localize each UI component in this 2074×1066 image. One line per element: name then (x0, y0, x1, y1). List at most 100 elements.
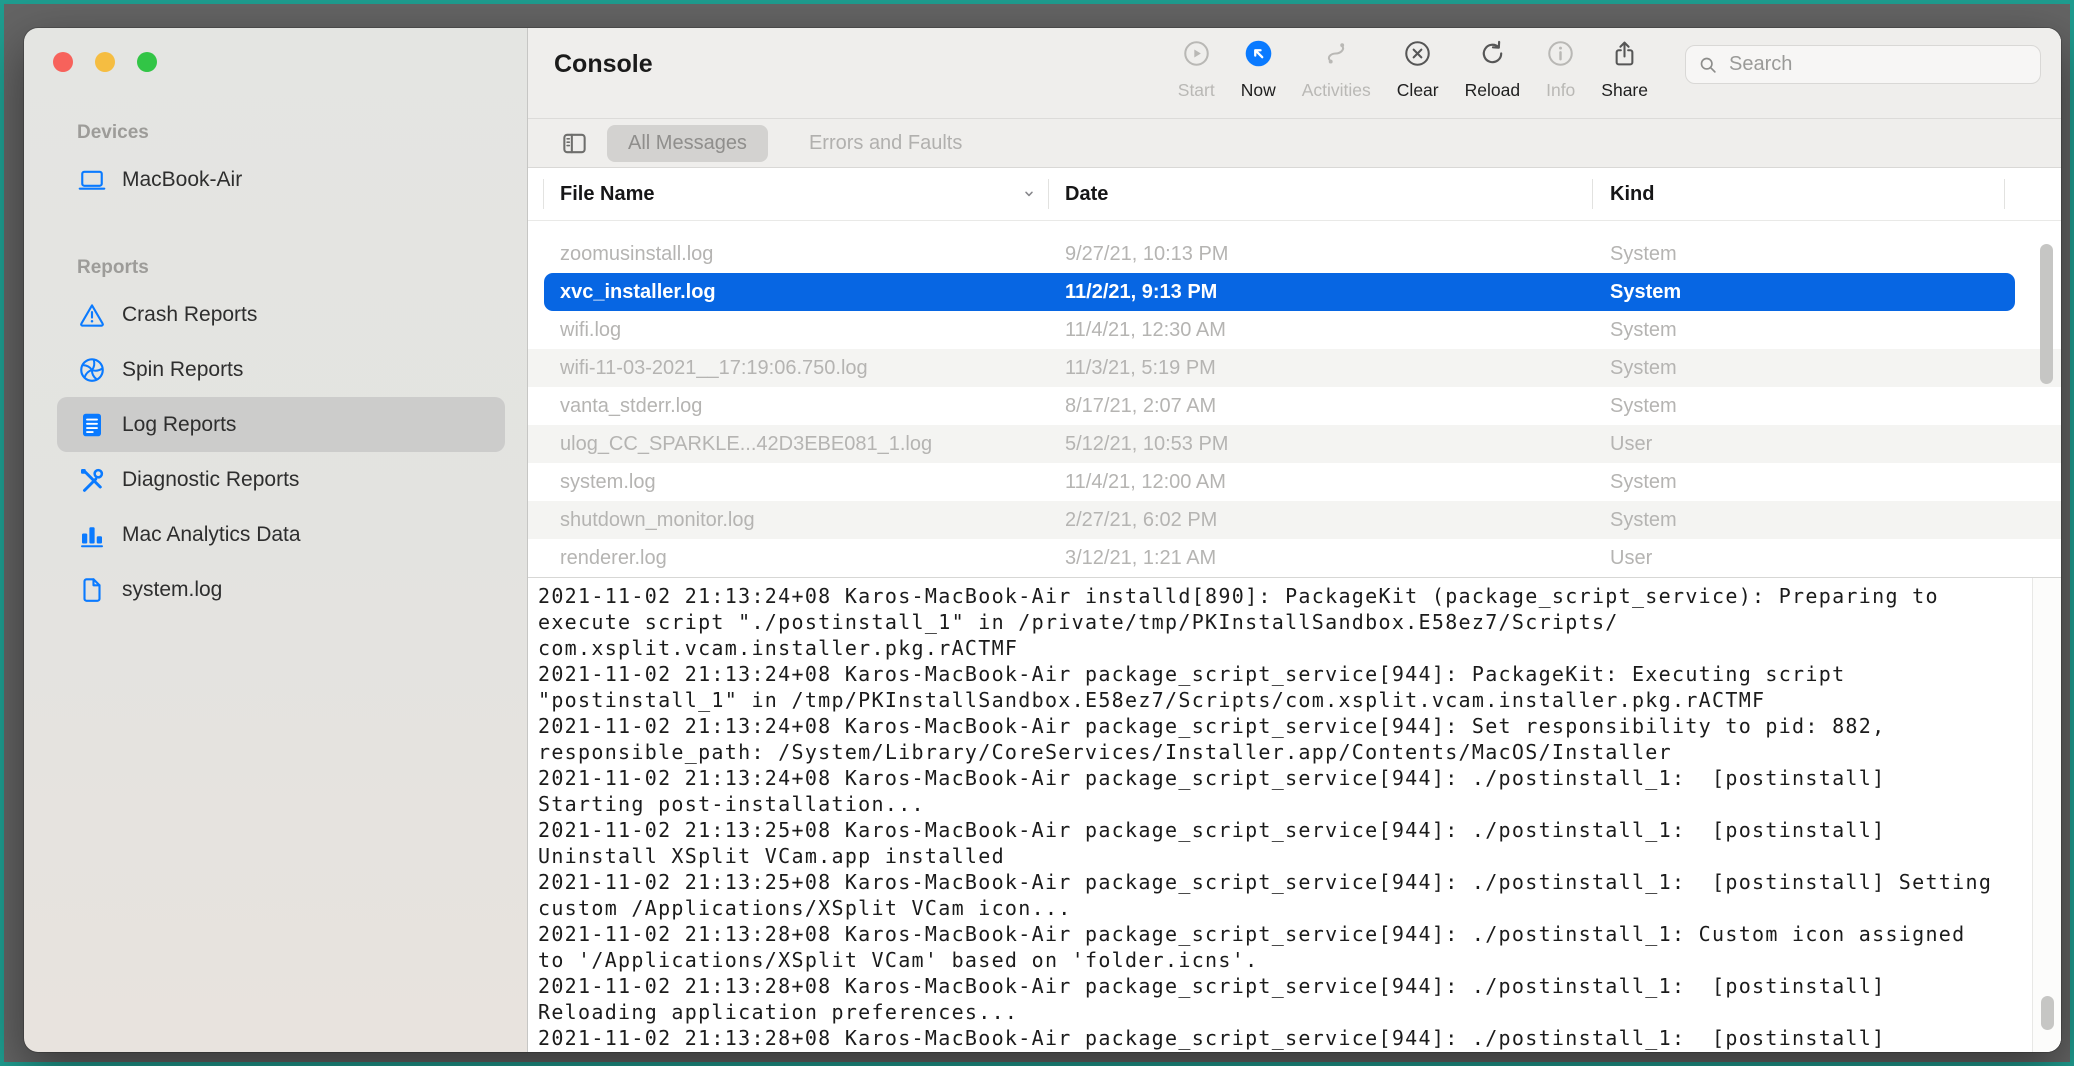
table-row[interactable]: ulog_CC_SPARKLE...42D3EBE081_1.log 5/12/2… (528, 425, 2061, 463)
play-circle-icon (1182, 39, 1211, 68)
log-line: com.xsplit.vcam.installer.pkg.rACTMF (538, 636, 1019, 660)
cell-date: 11/4/21, 12:30 AM (1065, 318, 1226, 341)
column-header-label: Date (1065, 182, 1109, 205)
log-scrollbar-thumb[interactable] (2041, 996, 2054, 1030)
log-scrollbar-track (2032, 578, 2061, 1052)
table-row[interactable]: xvc_installer.log 11/2/21, 9:13 PM System (544, 273, 2015, 311)
sidebar-toggle-icon (560, 129, 589, 158)
search-field[interactable] (1685, 45, 2041, 84)
sidebar-item-label: Log Reports (122, 412, 237, 436)
sidebar-item-system-log[interactable]: system.log (57, 562, 505, 617)
log-line: 2021-11-02 21:13:24+08 Karos-MacBook-Air… (538, 584, 1939, 608)
document-icon (77, 575, 107, 605)
toolbar-button-now[interactable]: Now (1241, 39, 1276, 99)
table-row[interactable]: renderer.log 3/12/21, 1:21 AM User (528, 539, 2061, 577)
close-window-button[interactable] (53, 52, 73, 72)
warning-triangle-icon (77, 300, 107, 330)
row-list: zoomusinstall.log 9/27/21, 10:13 PM System… (528, 221, 2061, 577)
sidebar-item-macbook-air[interactable]: MacBook-Air (57, 152, 505, 207)
toolbar-button-label: Share (1601, 80, 1648, 100)
sidebar-item-spin-reports[interactable]: Spin Reports (57, 342, 505, 397)
column-header-label: Kind (1610, 182, 1655, 205)
zoom-window-button[interactable] (137, 52, 157, 72)
cell-file: system.log (560, 470, 656, 493)
sidebar-item-mac-analytics-data[interactable]: Mac Analytics Data (57, 507, 505, 562)
sidebar-item-label: MacBook-Air (122, 167, 243, 191)
spin-wheel-icon (77, 355, 107, 385)
table-header: File Name Date Kind (528, 168, 2061, 221)
log-line: 2021-11-02 21:13:24+08 Karos-MacBook-Air… (538, 662, 1846, 686)
log-line: 2021-11-02 21:13:24+08 Karos-MacBook-Air… (538, 766, 1886, 790)
toolbar-button-share[interactable]: Share (1601, 39, 1648, 99)
toolbar-button-info[interactable]: Info (1546, 39, 1575, 99)
cell-date: 11/4/21, 12:00 AM (1065, 470, 1226, 493)
log-line: Uninstall XSplit VCam.app installed (538, 844, 1005, 868)
cell-date: 3/12/21, 1:21 AM (1065, 546, 1217, 569)
column-header-label: File Name (560, 182, 655, 205)
table-row[interactable]: shutdown_monitor.log 2/27/21, 6:02 PM Syst… (528, 501, 2061, 539)
column-header-kind[interactable]: Kind (1593, 168, 2005, 220)
log-line: 2021-11-02 21:13:28+08 Karos-MacBook-Air… (538, 974, 1886, 998)
table-scrollbar-thumb[interactable] (2040, 244, 2053, 384)
tab-list: All Messages Errors and Faults (607, 124, 1003, 162)
info-icon (1546, 39, 1575, 68)
toolbar-button-activities[interactable]: Activities (1302, 39, 1371, 99)
window-controls (24, 28, 527, 72)
search-icon (1697, 54, 1719, 76)
cell-file: ulog_CC_SPARKLE...42D3EBE081_1.log (560, 432, 933, 455)
sidebar-item-label: Mac Analytics Data (122, 522, 301, 546)
cell-file: wifi.log (560, 318, 622, 341)
cell-file: xvc_installer.log (560, 280, 716, 303)
toolbar-button-label: Activities (1301, 80, 1371, 100)
clear-circle-x-icon (1403, 39, 1432, 68)
tab-all-messages[interactable]: All Messages (607, 124, 768, 162)
toolbar-button-start[interactable]: Start (1178, 39, 1215, 99)
toolbar-button-label: Info (1546, 80, 1576, 100)
toggle-sidebar-button[interactable] (560, 129, 589, 158)
cell-date: 11/3/21, 5:19 PM (1065, 356, 1216, 379)
message-filter-bar: All Messages Errors and Faults (528, 119, 2061, 168)
column-header-date[interactable]: Date (1049, 168, 1593, 220)
toolbar-button-reload[interactable]: Reload (1465, 39, 1520, 99)
cell-file: zoomusinstall.log (560, 242, 714, 265)
tab-errors-and-faults[interactable]: Errors and Faults (788, 125, 983, 162)
toolbar: Console Start Now Activities Clear Reload Inf… (528, 28, 2061, 119)
table-row[interactable]: wifi-11-03-2021__17:19:06.750.log 11/3/21… (528, 349, 2061, 387)
log-line: 2021-11-02 21:13:25+08 Karos-MacBook-Air… (538, 818, 1886, 842)
toolbar-button-label: Start (1177, 80, 1215, 100)
log-document-icon (77, 410, 107, 440)
toolbar-button-clear[interactable]: Clear (1397, 39, 1439, 99)
now-arrow-icon (1244, 39, 1273, 68)
chevron-down-icon (1019, 184, 1039, 204)
sidebar-item-diagnostic-reports[interactable]: Diagnostic Reports (57, 452, 505, 507)
sidebar-item-label: Diagnostic Reports (122, 467, 300, 491)
log-line: responsible_path: /System/Library/CoreSe… (538, 740, 1672, 764)
table-row[interactable]: wifi.log 11/4/21, 12:30 AM System (528, 311, 2061, 349)
table-row[interactable]: zoomusinstall.log 9/27/21, 10:13 PM System (528, 235, 2061, 273)
table-row[interactable]: system.log 11/4/21, 12:00 AM System (528, 463, 2061, 501)
sidebar-sections: Devices MacBook-Air Reports Crash Reports Sp… (24, 122, 527, 617)
reload-icon (1478, 39, 1507, 68)
cell-date: 5/12/21, 10:53 PM (1065, 432, 1229, 455)
log-content-pane[interactable]: 2021-11-02 21:13:24+08 Karos-MacBook-Air… (528, 578, 2061, 1052)
log-line: to '/Applications/XSplit VCam' based on … (538, 948, 1259, 972)
tools-icon (77, 465, 107, 495)
share-icon (1610, 39, 1639, 68)
cell-file: shutdown_monitor.log (560, 508, 755, 531)
log-line: "postinstall_1" in /tmp/PKInstallSandbox… (538, 688, 1766, 712)
log-lines: 2021-11-02 21:13:24+08 Karos-MacBook-Air… (538, 583, 2021, 1051)
table-row[interactable]: vanta_stderr.log 8/17/21, 2:07 AM System (528, 387, 2061, 425)
column-header-file-name[interactable]: File Name (528, 168, 1049, 220)
log-line: Starting post-installation... (538, 792, 925, 816)
sidebar-item-crash-reports[interactable]: Crash Reports (57, 287, 505, 342)
minimize-window-button[interactable] (95, 52, 115, 72)
sidebar: Devices MacBook-Air Reports Crash Reports Sp… (24, 28, 528, 1052)
activities-route-icon (1322, 39, 1351, 68)
cell-file: wifi-11-03-2021__17:19:06.750.log (560, 356, 868, 379)
log-file-table[interactable]: zoomusinstall.log 9/27/21, 10:13 PM System… (528, 221, 2061, 578)
toolbar-button-label: Reload (1464, 80, 1521, 100)
sidebar-item-log-reports[interactable]: Log Reports (57, 397, 505, 452)
log-line: Reloading application preferences... (538, 1000, 1019, 1024)
cell-kind: System (1610, 356, 1677, 379)
search-input[interactable] (1727, 52, 2029, 77)
